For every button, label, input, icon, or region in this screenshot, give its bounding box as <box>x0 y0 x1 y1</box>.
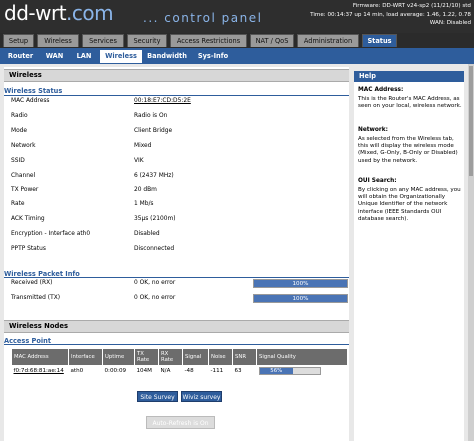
mac-address-value[interactable]: 00:18:E7:CD:D5:2E <box>134 98 191 104</box>
sub-tabs: Router WAN LAN Wireless Bandwidth Sys-In… <box>0 48 474 64</box>
rx-progress-fill: 100% <box>254 280 347 287</box>
table-row: f0:7d:68:81:ae:14 ath0 0:00:09 104M N/A … <box>12 366 348 377</box>
tab-security[interactable]: Security <box>127 34 167 47</box>
wireless-section-header: Wireless <box>4 69 349 82</box>
node-rx-rate: N/A <box>160 368 171 374</box>
col-interface[interactable]: Interface <box>68 348 103 366</box>
tx-power-label: TX Power <box>11 187 39 193</box>
tx-label: Transmitted (TX) <box>11 295 61 301</box>
header: dd-wrt.com ... control panel Firmware: D… <box>0 0 474 33</box>
rx-value: 0 OK, no error <box>134 280 176 286</box>
main-tabs: Setup Wireless Services Security Access … <box>0 33 474 48</box>
tab-nat-qos[interactable]: NAT / QoS <box>250 34 294 47</box>
page-scrollbar[interactable] <box>468 64 474 441</box>
encryption-label: Encryption - Interface ath0 <box>11 231 91 237</box>
wan-status: WAN: Disabled <box>429 20 471 27</box>
col-noise[interactable]: Noise <box>208 348 233 366</box>
content-panel: Wireless Wireless Status MAC Address 00:… <box>4 67 349 441</box>
help-mac-title: MAC Address: <box>358 87 404 93</box>
signal-quality-bar: 56% <box>258 367 321 375</box>
help-network-text: As selected from the Wireless tab, this … <box>358 136 458 164</box>
mode-label: Mode <box>11 128 28 134</box>
tab-setup[interactable]: Setup <box>3 34 34 47</box>
node-interface: ath0 <box>70 368 84 374</box>
mode-value: Client Bridge <box>134 128 173 134</box>
control-panel-title: ... control panel <box>143 11 263 25</box>
pptp-status-value: Disconnected <box>134 246 175 252</box>
access-point-table: MAC Address Interface Uptime TX Rate RX … <box>11 348 348 376</box>
subtab-wireless[interactable]: Wireless <box>100 50 142 63</box>
node-snr: 63 <box>234 368 242 374</box>
table-header-row: MAC Address Interface Uptime TX Rate RX … <box>11 348 348 366</box>
ssid-label: SSID <box>11 158 25 164</box>
subtab-wan[interactable]: WAN <box>42 50 67 63</box>
help-header: Help <box>354 71 464 82</box>
tab-wireless[interactable]: Wireless <box>37 34 79 47</box>
pptp-status-label: PPTP Status <box>11 246 46 252</box>
firmware-version: Firmware: DD-WRT v24-sp2 (11/21/10) std <box>352 3 471 9</box>
ack-timing-label: ACK Timing <box>11 216 45 222</box>
help-panel: Help MAC Address: This is the Router's M… <box>354 71 464 441</box>
subtab-sys-info[interactable]: Sys-Info <box>194 50 232 63</box>
col-snr[interactable]: SNR <box>232 348 257 366</box>
channel-label: Channel <box>11 173 36 179</box>
help-oui-text: By clicking on any MAC address, you will… <box>358 187 461 222</box>
router-info: Firmware: DD-WRT v24-sp2 (11/21/10) std … <box>310 2 471 28</box>
fieldset-divider <box>4 344 349 345</box>
node-noise: -111 <box>210 368 224 374</box>
radio-value: Radio is On <box>134 113 168 119</box>
channel-value: 6 (2437 MHz) <box>134 173 174 179</box>
tx-power-value: 20 dBm <box>134 187 157 193</box>
rate-label: Rate <box>11 201 25 207</box>
node-signal: -48 <box>184 368 194 374</box>
col-uptime[interactable]: Uptime <box>102 348 135 366</box>
radio-label: Radio <box>11 113 28 119</box>
node-mac-address[interactable]: f0:7d:68:81:ae:14 <box>12 366 69 377</box>
node-tx-rate: 104M <box>136 368 153 374</box>
tab-administration[interactable]: Administration <box>297 34 359 47</box>
col-signal-quality[interactable]: Signal Quality <box>256 348 348 366</box>
subtab-router[interactable]: Router <box>4 50 37 63</box>
fieldset-divider <box>4 95 349 96</box>
network-value: Mixed <box>134 143 152 149</box>
rx-progress-bar: 100% <box>253 279 348 288</box>
scrollbar-thumb[interactable] <box>469 66 473 176</box>
subtab-lan[interactable]: LAN <box>73 50 95 63</box>
tx-progress-bar: 100% <box>253 294 348 303</box>
wireless-nodes-header: Wireless Nodes <box>4 320 349 333</box>
help-network-title: Network: <box>358 127 388 133</box>
node-signal-quality: 56% <box>257 366 348 377</box>
wireless-status-legend: Wireless Status <box>4 87 63 95</box>
tx-value: 0 OK, no error <box>134 295 176 301</box>
signal-quality-fill: 56% <box>259 368 294 374</box>
tx-progress-fill: 100% <box>254 295 347 302</box>
node-uptime: 0:00:09 <box>104 368 127 374</box>
wiviz-survey-button[interactable]: Wiviz survey <box>181 391 222 402</box>
ssid-value: VIK <box>134 158 144 164</box>
subtab-bandwidth[interactable]: Bandwidth <box>145 50 189 63</box>
mac-address-label: MAC Address <box>11 98 50 104</box>
tab-access-restrictions[interactable]: Access Restrictions <box>170 34 247 47</box>
col-tx-rate[interactable]: TX Rate <box>134 348 159 366</box>
auto-refresh-button[interactable]: Auto-Refresh is On <box>146 416 215 429</box>
ddwrt-logo[interactable]: dd-wrt.com <box>4 1 114 25</box>
encryption-value: Disabled <box>134 231 160 237</box>
help-oui-title: OUI Search: <box>358 178 397 184</box>
col-signal[interactable]: Signal <box>182 348 209 366</box>
network-label: Network <box>11 143 36 149</box>
tab-status[interactable]: Status <box>362 34 397 47</box>
rate-value: 1 Mb/s <box>134 201 154 207</box>
tab-services[interactable]: Services <box>82 34 124 47</box>
fieldset-divider <box>4 277 349 278</box>
rx-label: Received (RX) <box>11 280 53 286</box>
col-rx-rate[interactable]: RX Rate <box>158 348 183 366</box>
help-mac-text: This is the Router's MAC Address, as see… <box>358 96 462 110</box>
site-survey-button[interactable]: Site Survey <box>137 391 178 402</box>
ack-timing-value: 35µs (2100m) <box>134 216 176 222</box>
col-mac-address[interactable]: MAC Address <box>11 348 69 366</box>
uptime-load: Time: 00:14:37 up 14 min, load average: … <box>310 11 471 18</box>
